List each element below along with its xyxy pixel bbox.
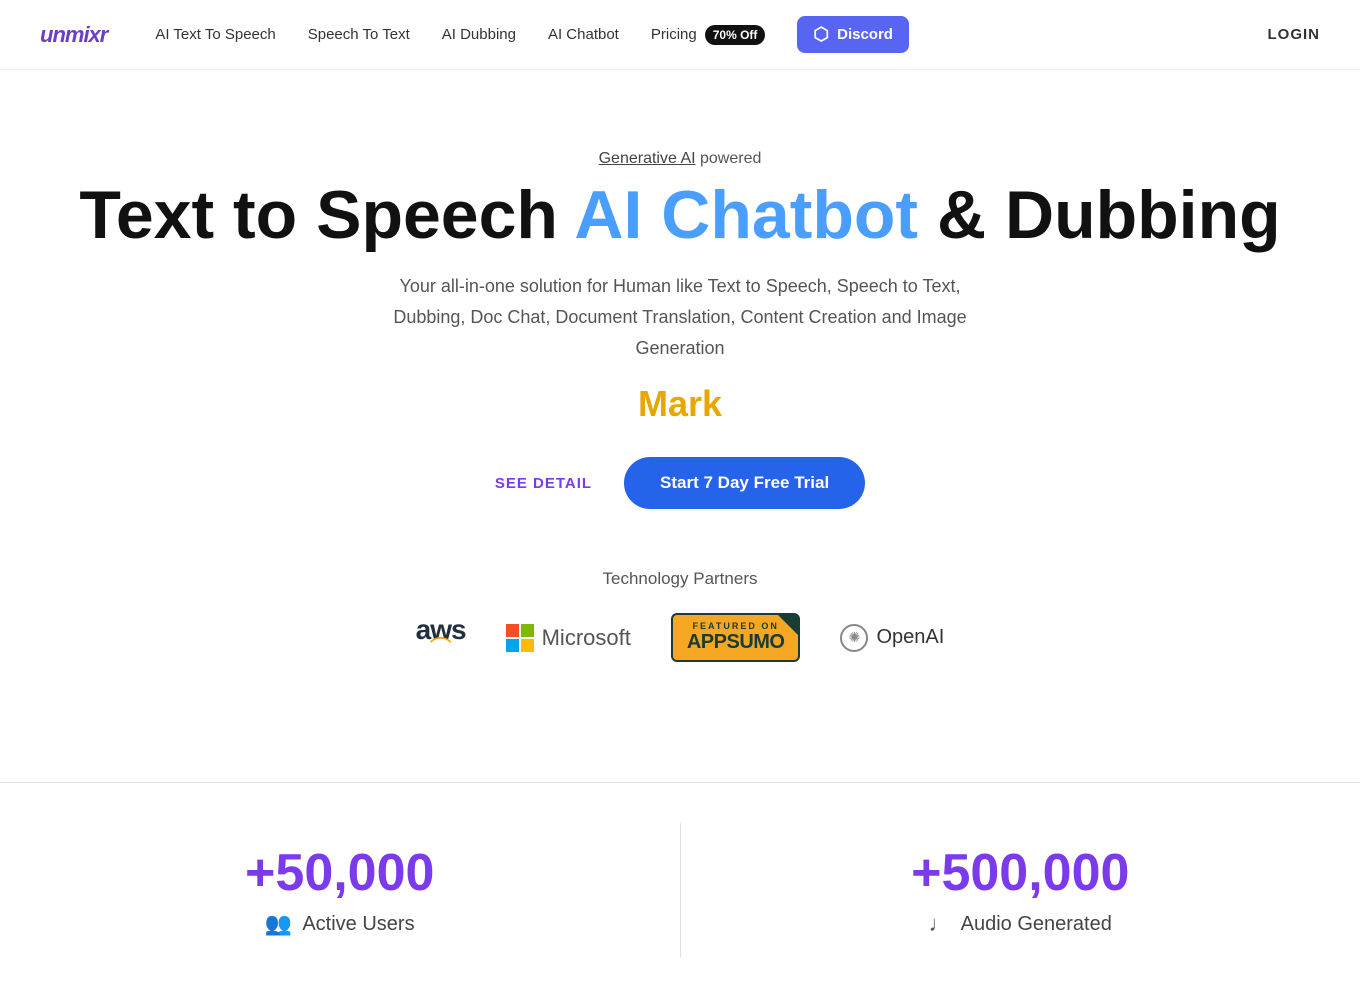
stat-audio-generated: +500,000 ♩ Audio Generated: [681, 823, 1360, 957]
stat-audio-row: ♩ Audio Generated: [701, 911, 1341, 937]
discord-icon: ⬡: [813, 24, 829, 45]
stat-audio-label: Audio Generated: [961, 913, 1112, 936]
nav-pricing[interactable]: Pricing: [651, 26, 697, 43]
hero-title-part1: Text to Speech: [79, 177, 574, 253]
hero-title-part2: & Dubbing: [918, 177, 1281, 253]
openai-icon: ✺: [840, 624, 868, 652]
discord-button[interactable]: ⬡ Discord: [797, 16, 909, 53]
audio-icon: ♩: [929, 911, 951, 937]
stat-users-row: 👥 Active Users: [20, 911, 660, 937]
hero-title: Text to Speech AI Chatbot & Dubbing: [20, 180, 1340, 251]
login-button[interactable]: LOGIN: [1268, 26, 1321, 43]
hero-section: Generative AI powered Text to Speech AI …: [0, 70, 1360, 782]
appsumo-corner-icon: [778, 615, 798, 635]
tagline-underline: Generative AI: [599, 150, 696, 167]
tagline-rest: powered: [696, 150, 762, 167]
stat-active-users: +50,000 👥 Active Users: [0, 823, 681, 957]
microsoft-grid-icon: [506, 624, 534, 652]
appsumo-name-text: APPSUMO: [687, 631, 785, 654]
stat-audio-number: +500,000: [701, 843, 1341, 903]
logo-text: unmixr: [40, 22, 107, 47]
partners-logos: aws ⌒ Microsoft FEATURED ON APPSUMO ✺ Op…: [20, 613, 1340, 662]
hero-subtitle: Your all-in-one solution for Human like …: [390, 271, 970, 363]
aws-logo: aws ⌒: [416, 616, 466, 660]
users-icon: 👥: [265, 911, 292, 937]
microsoft-logo: Microsoft: [506, 624, 631, 652]
see-detail-button[interactable]: SEE DETAIL: [495, 475, 592, 492]
logo[interactable]: unmixr: [40, 22, 107, 48]
hero-tagline: Generative AI powered: [20, 150, 1340, 168]
hero-actions: SEE DETAIL Start 7 Day Free Trial: [20, 457, 1340, 509]
nav-speech-to-text[interactable]: Speech To Text: [308, 26, 410, 43]
trial-button[interactable]: Start 7 Day Free Trial: [624, 457, 865, 509]
hero-title-highlight: AI Chatbot: [574, 177, 918, 253]
nav-ai-text-to-speech[interactable]: AI Text To Speech: [155, 26, 275, 43]
openai-logo: ✺ OpenAI: [840, 624, 944, 652]
discord-label: Discord: [837, 26, 893, 43]
openai-text: OpenAI: [876, 626, 944, 649]
stat-users-label: Active Users: [302, 913, 414, 936]
partners-section: Technology Partners aws ⌒ Microsoft FEAT…: [20, 569, 1340, 662]
stats-section: +50,000 👥 Active Users +500,000 ♩ Audio …: [0, 782, 1360, 997]
hero-username: Mark: [20, 383, 1340, 425]
appsumo-featured-text: FEATURED ON: [693, 621, 779, 631]
microsoft-text: Microsoft: [542, 625, 631, 651]
partners-label: Technology Partners: [20, 569, 1340, 589]
stat-users-number: +50,000: [20, 843, 660, 903]
pricing-wrap: Pricing 70% Off: [651, 25, 766, 45]
nav-links: AI Text To Speech Speech To Text AI Dubb…: [155, 16, 1267, 53]
aws-arrow-icon: ⌒: [430, 638, 452, 660]
nav-ai-chatbot[interactable]: AI Chatbot: [548, 26, 619, 43]
nav-ai-dubbing[interactable]: AI Dubbing: [442, 26, 516, 43]
pricing-badge: 70% Off: [705, 25, 766, 45]
appsumo-badge: FEATURED ON APPSUMO: [671, 613, 801, 662]
navbar: unmixr AI Text To Speech Speech To Text …: [0, 0, 1360, 70]
